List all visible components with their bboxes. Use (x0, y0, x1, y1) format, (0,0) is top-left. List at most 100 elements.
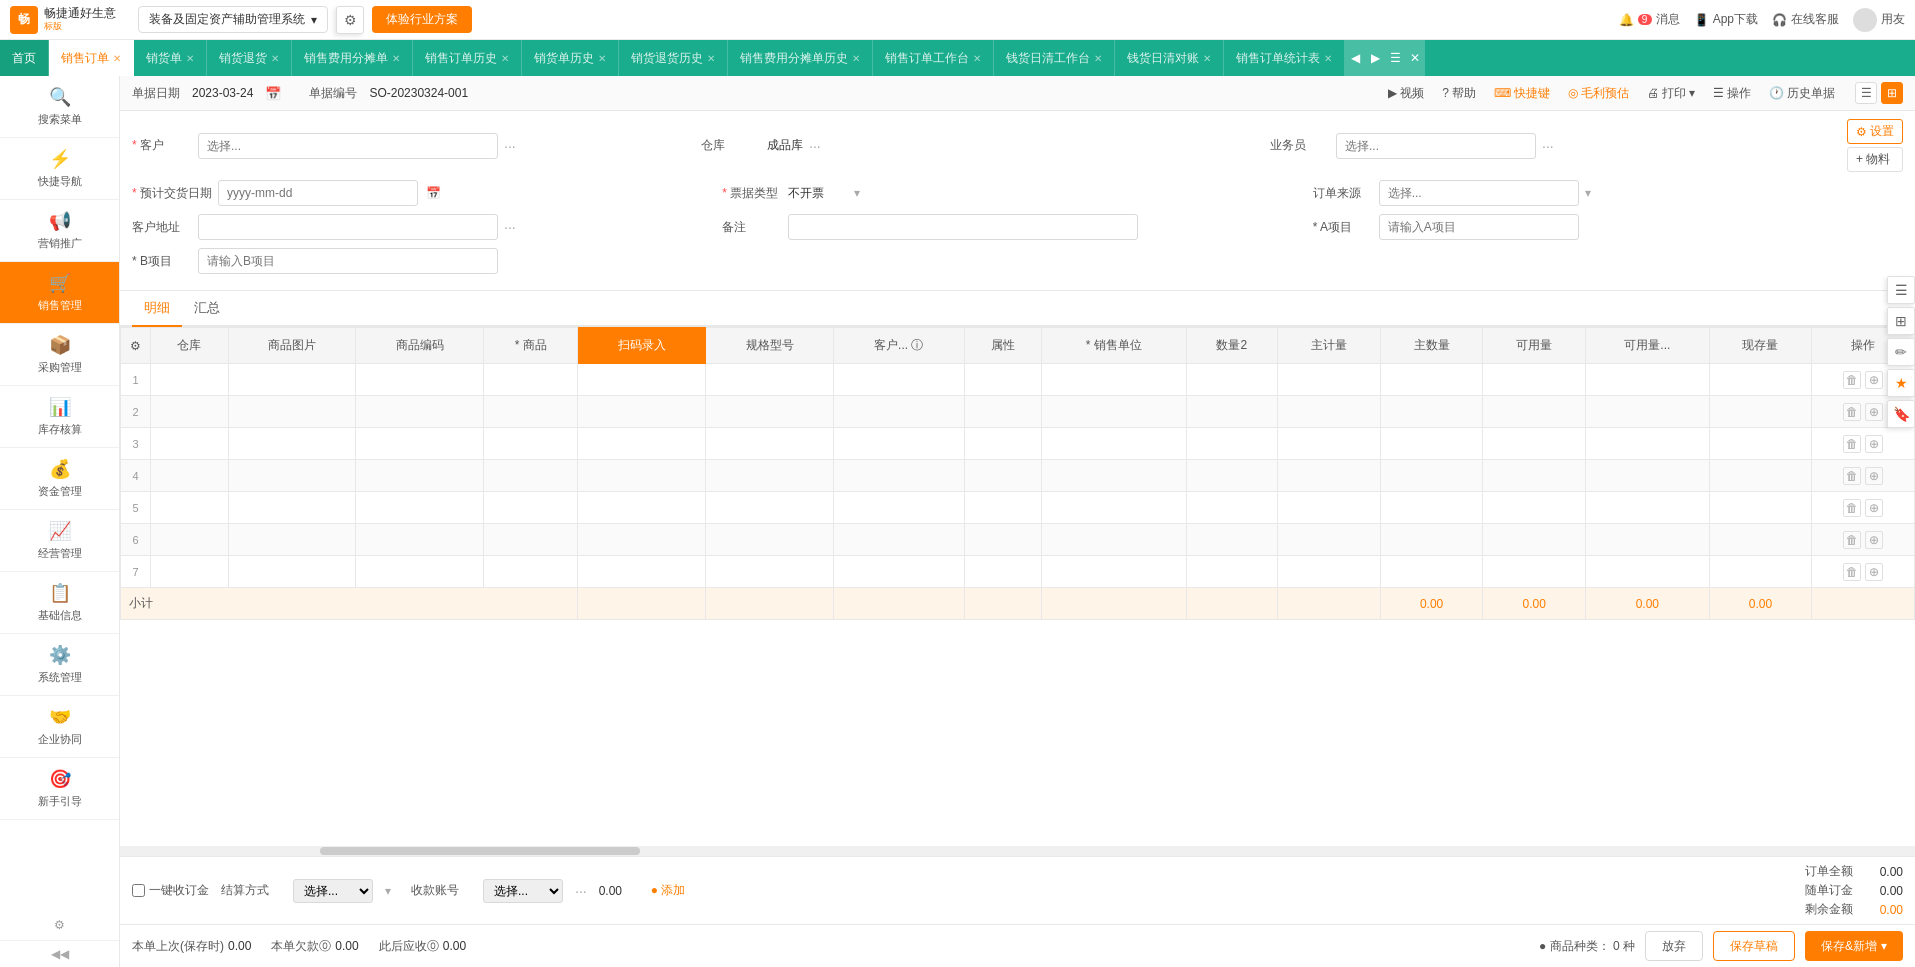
row-qty2-1[interactable] (1186, 364, 1278, 396)
tab-sales-order-history[interactable]: 销售订单历史 ✕ (413, 40, 522, 76)
operation-button[interactable]: ☰ 操作 (1709, 83, 1755, 104)
tab-more-button[interactable]: ✕ (1405, 40, 1425, 76)
tab-sales-return[interactable]: 销货退货 ✕ (207, 40, 292, 76)
row-spec-5[interactable] (706, 492, 834, 524)
tab-close-icon[interactable]: ✕ (707, 53, 715, 64)
invoice-dropdown-icon[interactable]: ▾ (854, 186, 860, 200)
row-unit-7[interactable] (1042, 556, 1187, 588)
row-qty2-2[interactable] (1186, 396, 1278, 428)
tab-expense-history[interactable]: 销售费用分摊单历史 ✕ (728, 40, 873, 76)
sidebar-item-guide[interactable]: 🎯 新手引导 (0, 758, 119, 820)
sidebar-collapse-button[interactable]: ◀◀ (0, 940, 119, 967)
customer-more-icon[interactable]: ··· (504, 138, 516, 154)
row-main-qty-1[interactable] (1380, 364, 1483, 396)
row-main-unit-4[interactable] (1278, 460, 1381, 492)
row-scan-2[interactable] (578, 396, 706, 428)
row-warehouse-3[interactable] (151, 428, 229, 460)
salesperson-input[interactable] (1336, 133, 1536, 159)
profit-button[interactable]: ◎ 毛利预估 (1564, 83, 1633, 104)
one-click-deposit-checkbox[interactable]: 一键收订金 (132, 882, 209, 899)
save-new-button[interactable]: 保存&新增 ▾ (1805, 931, 1903, 961)
row-scan-4[interactable] (578, 460, 706, 492)
delete-row-6-button[interactable]: 🗑 (1843, 531, 1861, 549)
copy-row-3-button[interactable]: ⊕ (1865, 435, 1883, 453)
row-warehouse-6[interactable] (151, 524, 229, 556)
delete-row-3-button[interactable]: 🗑 (1843, 435, 1861, 453)
tab-workbench[interactable]: 销售订单工作台 ✕ (873, 40, 994, 76)
row-main-qty-4[interactable] (1380, 460, 1483, 492)
row-current-3[interactable] (1709, 428, 1812, 460)
row-goods-5[interactable] (484, 492, 578, 524)
row-customer-code-4[interactable] (833, 460, 964, 492)
row-avail-5[interactable] (1483, 492, 1586, 524)
add-material-button[interactable]: + 物料 (1847, 147, 1903, 172)
row-current-4[interactable] (1709, 460, 1812, 492)
row-image-7[interactable] (228, 556, 356, 588)
row-code-2[interactable] (356, 396, 484, 428)
row-qty2-3[interactable] (1186, 428, 1278, 460)
copy-row-6-button[interactable]: ⊕ (1865, 531, 1883, 549)
tab-slip-history[interactable]: 销货单历史 ✕ (522, 40, 619, 76)
sidebar-item-collab[interactable]: 🤝 企业协同 (0, 696, 119, 758)
row-spec-6[interactable] (706, 524, 834, 556)
copy-row-2-button[interactable]: ⊕ (1865, 403, 1883, 421)
tab-return-history[interactable]: 销货退货历史 ✕ (619, 40, 728, 76)
row-qty2-4[interactable] (1186, 460, 1278, 492)
salesperson-more-icon[interactable]: ··· (1542, 138, 1554, 154)
row-unit-5[interactable] (1042, 492, 1187, 524)
row-code-7[interactable] (356, 556, 484, 588)
sidebar-item-system[interactable]: ⚙️ 系统管理 (0, 634, 119, 696)
row-avail2-6[interactable] (1586, 524, 1710, 556)
row-avail-7[interactable] (1483, 556, 1586, 588)
preview-button[interactable]: ▶ 视频 (1384, 83, 1428, 104)
row-code-3[interactable] (356, 428, 484, 460)
row-main-qty-5[interactable] (1380, 492, 1483, 524)
customer-input[interactable] (198, 133, 498, 159)
tab-close-icon[interactable]: ✕ (271, 53, 279, 64)
delete-row-7-button[interactable]: 🗑 (1843, 563, 1861, 581)
row-goods-1[interactable] (484, 364, 578, 396)
tab-sales-slip[interactable]: 销货单 ✕ (134, 40, 207, 76)
sidebar-item-finance[interactable]: 💰 资金管理 (0, 448, 119, 510)
tab-next-button[interactable]: ▶ (1365, 40, 1385, 76)
row-current-7[interactable] (1709, 556, 1812, 588)
row-avail2-4[interactable] (1586, 460, 1710, 492)
row-main-unit-2[interactable] (1278, 396, 1381, 428)
row-customer-code-1[interactable] (833, 364, 964, 396)
row-spec-7[interactable] (706, 556, 834, 588)
col-setting[interactable]: ⚙ (121, 328, 151, 364)
warehouse-more-icon[interactable]: ··· (809, 138, 821, 154)
row-warehouse-1[interactable] (151, 364, 229, 396)
addr-more-icon[interactable]: ··· (504, 219, 516, 235)
setup-button[interactable]: ⚙ 设置 (1847, 119, 1903, 144)
app-download-button[interactable]: 📱 App下载 (1694, 11, 1758, 28)
row-image-5[interactable] (228, 492, 356, 524)
row-image-4[interactable] (228, 460, 356, 492)
a-project-input[interactable] (1379, 214, 1579, 240)
sidebar-item-operations[interactable]: 📈 经营管理 (0, 510, 119, 572)
horizontal-scrollbar[interactable] (120, 846, 1915, 856)
one-click-checkbox-input[interactable] (132, 884, 145, 897)
row-warehouse-5[interactable] (151, 492, 229, 524)
system-name-selector[interactable]: 装备及固定资产辅助管理系统 ▾ (138, 6, 328, 33)
side-panel-btn-1[interactable]: ☰ (1887, 276, 1915, 304)
detail-tab-detail[interactable]: 明细 (132, 291, 182, 327)
sidebar-gear-button[interactable]: ⚙ (0, 910, 119, 940)
row-main-unit-7[interactable] (1278, 556, 1381, 588)
solution-button[interactable]: 体验行业方案 (372, 6, 472, 33)
shortcut-button[interactable]: ⌨ 快捷键 (1490, 83, 1554, 104)
online-service-button[interactable]: 🎧 在线客服 (1772, 11, 1839, 28)
row-goods-7[interactable] (484, 556, 578, 588)
row-scan-5[interactable] (578, 492, 706, 524)
calendar-icon[interactable]: 📅 (265, 86, 281, 101)
order-source-input[interactable] (1379, 180, 1579, 206)
row-spec-2[interactable] (706, 396, 834, 428)
delivery-calendar-icon[interactable]: 📅 (426, 186, 441, 200)
side-panel-btn-2[interactable]: ⊞ (1887, 307, 1915, 335)
row-main-unit-3[interactable] (1278, 428, 1381, 460)
customer-addr-input[interactable] (198, 214, 498, 240)
row-goods-2[interactable] (484, 396, 578, 428)
row-attr-2[interactable] (964, 396, 1042, 428)
row-spec-3[interactable] (706, 428, 834, 460)
row-attr-4[interactable] (964, 460, 1042, 492)
